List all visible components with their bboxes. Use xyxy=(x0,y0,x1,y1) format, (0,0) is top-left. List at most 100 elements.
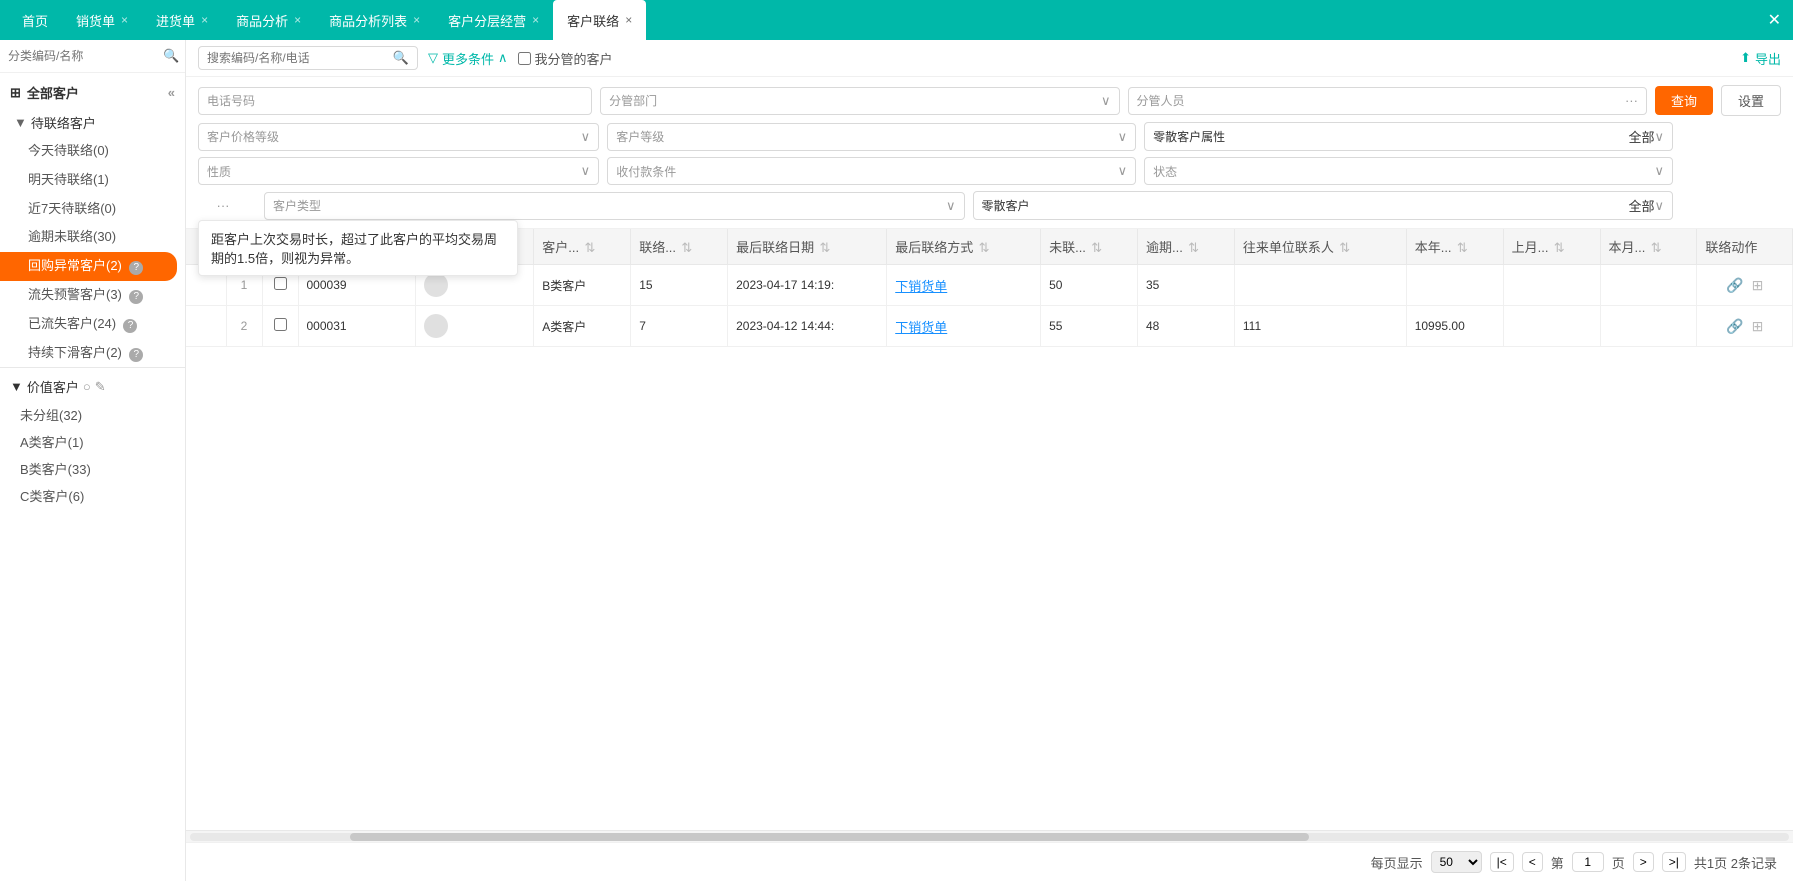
dots-icon: ··· xyxy=(1625,93,1638,108)
sidebar-item-tomorrow[interactable]: 明天待联络(1) xyxy=(0,166,185,195)
filter-more-dots[interactable]: ··· xyxy=(198,192,248,220)
filter-scatter-customer[interactable]: 零散客户 全部 ∨ xyxy=(973,191,1674,220)
horizontal-scrollbar[interactable] xyxy=(186,830,1793,842)
row-checkbox-1[interactable] xyxy=(262,306,298,347)
sort-uncontacted-icon[interactable]: ⇅ xyxy=(1091,240,1102,255)
col-header-overdue[interactable]: 逾期... ⇅ xyxy=(1137,229,1234,265)
last-page-btn[interactable]: >| xyxy=(1662,852,1686,872)
sort-this-year-icon[interactable]: ⇅ xyxy=(1457,240,1468,255)
sidebar-item-overdue[interactable]: 逾期未联络(30) xyxy=(0,223,185,252)
circle-icon[interactable]: ○ xyxy=(83,379,91,394)
sidebar-search-icon[interactable]: 🔍 xyxy=(163,48,179,64)
scroll-track xyxy=(190,833,1789,841)
sidebar-search-input[interactable] xyxy=(8,49,163,63)
sidebar-item-ungrouped[interactable]: 未分组(32) xyxy=(0,401,185,428)
col-header-unit-contact[interactable]: 往来单位联系人 ⇅ xyxy=(1234,229,1406,265)
sidebar-item-c-class[interactable]: C类客户(6) xyxy=(0,482,185,509)
settings-button[interactable]: 设置 xyxy=(1721,85,1781,116)
sort-contacts-icon[interactable]: ⇅ xyxy=(681,240,692,255)
col-header-last-method[interactable]: 最后联络方式 ⇅ xyxy=(887,229,1041,265)
sort-last-date-icon[interactable]: ⇅ xyxy=(819,240,830,255)
filter-nature[interactable]: 性质 ∨ xyxy=(198,157,599,185)
sidebar-section: ⊞ 全部客户 « ▼ 待联络客户 今天待联络(0) 明天待联络(1) 近7天待联… xyxy=(0,73,185,881)
sidebar-item-churned[interactable]: 已流失客户(24) ? xyxy=(0,310,185,339)
action-grid-icon-1[interactable]: ⊞ xyxy=(1752,318,1764,335)
last-method-link-1[interactable]: 下销货单 xyxy=(895,320,947,335)
nav-customer-contact[interactable]: 客户联络 × xyxy=(553,0,646,40)
table-area[interactable]: ⚙ 客户编码 ⇅ 客户名称 ⇅ xyxy=(186,229,1793,830)
export-button[interactable]: ⬆ 导出 xyxy=(1740,49,1781,68)
sort-unit-contact-icon[interactable]: ⇅ xyxy=(1339,240,1350,255)
main-layout: 🔍 ⊞ 全部客户 « ▼ 待联络客户 今天待联络(0) 明天待联络(1) 近7天… xyxy=(0,40,1793,881)
col-header-contacts[interactable]: 联络... ⇅ xyxy=(631,229,728,265)
col-header-this-year[interactable]: 本年... ⇅ xyxy=(1406,229,1503,265)
close-customer-contact-tab[interactable]: × xyxy=(625,13,632,27)
filter-row-2: 客户价格等级 ∨ 客户等级 ∨ 零散客户属性 全部 ∨ xyxy=(198,122,1781,151)
main-search-icon[interactable]: 🔍 xyxy=(393,50,409,66)
sort-type-icon[interactable]: ⇅ xyxy=(584,240,595,255)
sidebar-item-7days[interactable]: 近7天待联络(0) xyxy=(0,195,185,224)
sidebar-group-pending[interactable]: ▼ 待联络客户 xyxy=(0,108,185,137)
filter-payment[interactable]: 收付款条件 ∨ xyxy=(607,157,1136,185)
action-link-icon-1[interactable]: 🔗 xyxy=(1726,318,1743,335)
row-unit-contact-0 xyxy=(1234,265,1406,306)
sidebar-all-customers[interactable]: ⊞ 全部客户 « xyxy=(0,77,185,108)
close-purchase-tab[interactable]: × xyxy=(201,13,208,27)
sort-overdue-icon[interactable]: ⇅ xyxy=(1188,240,1199,255)
col-header-last-date[interactable]: 最后联络日期 ⇅ xyxy=(728,229,887,265)
nav-home[interactable]: 首页 xyxy=(8,0,62,40)
nav-purchase[interactable]: 进货单 × xyxy=(142,0,222,40)
filter-dept[interactable]: 分管部门 ∨ xyxy=(600,87,1119,115)
sort-last-method-icon[interactable]: ⇅ xyxy=(979,240,990,255)
sort-last-month-icon[interactable]: ⇅ xyxy=(1554,240,1565,255)
main-search-input[interactable] xyxy=(207,51,389,65)
nav-sales[interactable]: 销货单 × xyxy=(62,0,142,40)
filter-grade[interactable]: 客户等级 ∨ xyxy=(607,123,1136,151)
edit-icon[interactable]: ✎ xyxy=(95,379,106,395)
filter-price-grade[interactable]: 客户价格等级 ∨ xyxy=(198,123,599,151)
action-link-icon-0[interactable]: 🔗 xyxy=(1726,277,1743,294)
query-button[interactable]: 查询 xyxy=(1655,86,1713,115)
nav-product-analysis-list[interactable]: 商品分析列表 × xyxy=(315,0,434,40)
filter-customer-type[interactable]: 客户类型 ∨ xyxy=(264,192,965,220)
prev-page-btn[interactable]: < xyxy=(1522,852,1543,872)
next-page-btn[interactable]: > xyxy=(1633,852,1654,872)
sidebar-item-declining[interactable]: 持续下滑客户(2) ? xyxy=(0,339,185,368)
filter-grade-label: 客户等级 xyxy=(616,128,664,145)
action-grid-icon-0[interactable]: ⊞ xyxy=(1752,277,1764,294)
close-product-analysis-list-tab[interactable]: × xyxy=(413,13,420,27)
sidebar-item-b-class[interactable]: B类客户(33) xyxy=(0,455,185,482)
more-conditions-btn[interactable]: ▽ 更多条件 ∧ xyxy=(428,49,508,68)
row-last-method-1[interactable]: 下销货单 xyxy=(887,306,1041,347)
sidebar-value-customers-title[interactable]: ▼ 价值客户 ○ ✎ xyxy=(0,372,185,401)
filter-status[interactable]: 状态 ∨ xyxy=(1144,157,1673,185)
scroll-thumb[interactable] xyxy=(350,833,1309,841)
row-last-method-0[interactable]: 下销货单 xyxy=(887,265,1041,306)
per-page-select[interactable]: 50 10 20 100 xyxy=(1431,851,1482,873)
close-product-analysis-tab[interactable]: × xyxy=(294,13,301,27)
nav-customer-segment[interactable]: 客户分层经营 × xyxy=(434,0,553,40)
sort-this-month-icon[interactable]: ⇅ xyxy=(1651,240,1662,255)
col-header-last-month[interactable]: 上月... ⇅ xyxy=(1503,229,1600,265)
first-page-btn[interactable]: |< xyxy=(1490,852,1514,872)
last-method-link-0[interactable]: 下销货单 xyxy=(895,279,947,294)
collapse-all-icon[interactable]: « xyxy=(168,85,175,100)
close-customer-segment-tab[interactable]: × xyxy=(532,13,539,27)
sidebar-item-a-class[interactable]: A类客户(1) xyxy=(0,428,185,455)
sidebar-item-today[interactable]: 今天待联络(0) xyxy=(0,137,185,166)
col-header-type[interactable]: 客户... ⇅ xyxy=(534,229,631,265)
sidebar-item-churn-warning[interactable]: 流失预警客户(3) ? xyxy=(0,281,185,310)
nav-product-analysis[interactable]: 商品分析 × xyxy=(222,0,315,40)
filter-scatter-attr[interactable]: 零散客户属性 全部 ∨ xyxy=(1144,122,1673,151)
row-contacts-1: 7 xyxy=(631,306,728,347)
filter-phone[interactable]: 电话号码 xyxy=(198,87,592,115)
page-number-input[interactable] xyxy=(1572,852,1604,872)
my-customers-checkbox[interactable] xyxy=(518,52,531,65)
filter-person[interactable]: 分管人员 ··· xyxy=(1128,87,1647,115)
close-sales-tab[interactable]: × xyxy=(121,13,128,27)
sidebar-item-repurchase-anomaly[interactable]: 回购异常客户(2) ? xyxy=(0,252,177,281)
window-close-button[interactable]: ✕ xyxy=(1768,10,1781,30)
col-header-uncontacted[interactable]: 未联... ⇅ xyxy=(1041,229,1138,265)
col-header-this-month[interactable]: 本月... ⇅ xyxy=(1600,229,1697,265)
chevron-ctype-icon: ∨ xyxy=(946,198,956,214)
